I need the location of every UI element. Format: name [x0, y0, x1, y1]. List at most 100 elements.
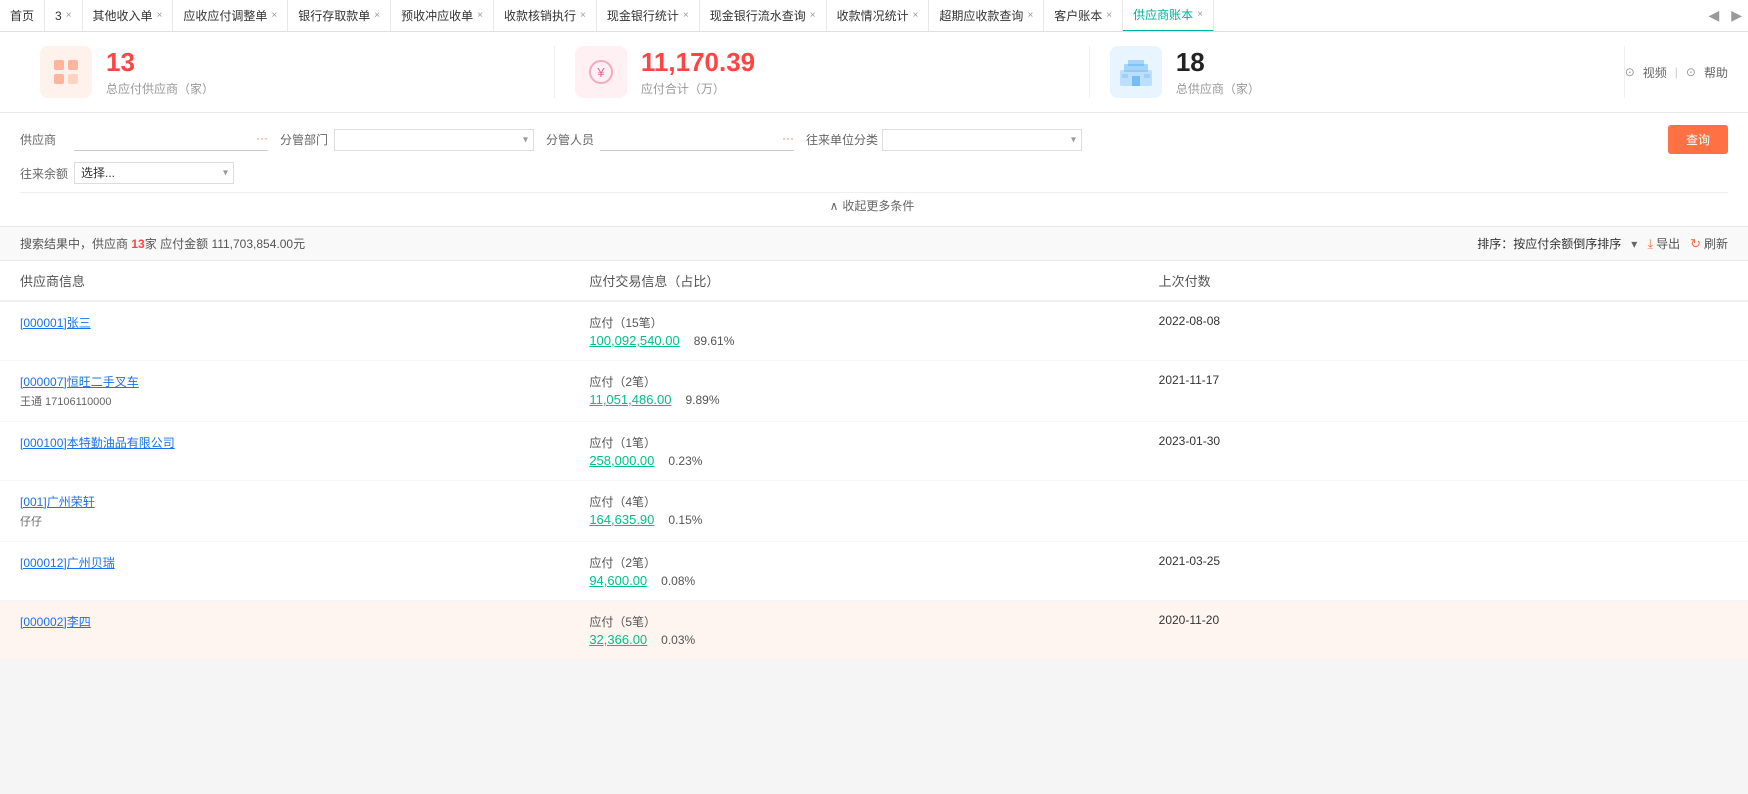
nav-tab-pre-collect[interactable]: 预收冲应收单 × [391, 0, 494, 32]
nav-tab-supplier-ledger[interactable]: 供应商账本 × [1123, 0, 1214, 32]
export-button[interactable]: ⤓ 导出 [1647, 235, 1680, 252]
collapse-label: 收起更多条件 [842, 197, 914, 214]
supplier-link[interactable]: [000100]本特勤油品有限公司 [20, 434, 589, 451]
tx-info-cell: 应付（4笔） 164,635.90 0.15% [589, 493, 1158, 527]
tx-info-cell: 应付（2笔） 94,600.00 0.08% [589, 554, 1158, 588]
tx-label: 应付（4笔） [589, 493, 1158, 510]
video-link[interactable]: 视频 [1643, 64, 1667, 81]
refresh-button[interactable]: ↻ 刷新 [1690, 235, 1728, 252]
tx-amount[interactable]: 32,366.00 [589, 632, 647, 647]
nav-tab-other-income[interactable]: 其他收入单 × [83, 0, 174, 32]
tx-info-cell: 应付（15笔） 100,092,540.00 89.61% [589, 314, 1158, 348]
nav-next-arrow[interactable]: ▶ [1725, 7, 1748, 24]
tx-amount[interactable]: 11,051,486.00 [589, 392, 671, 407]
balance-select[interactable]: 选择... [74, 162, 234, 184]
dept-select-wrapper [334, 129, 534, 151]
tx-label: 应付（15笔） [589, 314, 1158, 331]
nav-prev-arrow[interactable]: ◀ [1702, 7, 1725, 24]
person-input[interactable] [600, 128, 780, 148]
supplier-link[interactable]: [000012]广州贝瑞 [20, 554, 589, 571]
tx-amount[interactable]: 100,092,540.00 [589, 333, 679, 348]
supplier-dots-icon[interactable]: ··· [256, 131, 268, 145]
close-icon[interactable]: × [374, 10, 380, 21]
tx-percent: 0.08% [661, 574, 695, 588]
nav-tab-cash-bank-flow[interactable]: 现金银行流水查询 × [700, 0, 827, 32]
nav-tab-receipt-stat[interactable]: 收款情况统计 × [827, 0, 930, 32]
tx-percent: 89.61% [694, 334, 735, 348]
close-icon[interactable]: × [66, 10, 72, 21]
dept-select[interactable] [334, 129, 534, 151]
top-navigation: 首页 3 × 其他收入单 × 应收应付调整单 × 银行存取款单 × 预收冲应收单… [0, 0, 1748, 32]
close-icon[interactable]: × [580, 10, 586, 21]
summary-bar: 13 总应付供应商（家） ¥ 11,170.39 应付合计（万） [0, 32, 1748, 113]
filter-row-2: 往来余额 选择... [20, 162, 1728, 184]
col-header-tx: 应付交易信息（占比） [589, 271, 1158, 290]
supplier-info-cell: [000100]本特勤油品有限公司 [20, 434, 589, 451]
supplier-link[interactable]: [000001]张三 [20, 314, 589, 331]
nav-tab-customer-ledger[interactable]: 客户账本 × [1044, 0, 1123, 32]
supplier-link[interactable]: [000002]李四 [20, 613, 589, 630]
last-pay-date: 2020-11-20 [1159, 613, 1220, 627]
filter-balance: 往来余额 选择... [20, 162, 234, 184]
payable-suppliers-num: 13 [106, 47, 214, 78]
payable-total-info: 11,170.39 应付合计（万） [641, 47, 755, 97]
nav-tab-cash-bank-stat[interactable]: 现金银行统计 × [597, 0, 700, 32]
result-amount: 111,703,854.00 [211, 237, 293, 251]
supplier-link[interactable]: [000007]恒旺二手叉车 [20, 373, 589, 390]
nav-tab-home[interactable]: 首页 [0, 0, 45, 32]
table-row: [000100]本特勤油品有限公司 应付（1笔） 258,000.00 0.23… [0, 422, 1748, 481]
person-dots-icon[interactable]: ··· [782, 131, 794, 145]
tx-info-cell: 应付（1笔） 258,000.00 0.23% [589, 434, 1158, 468]
tx-percent: 0.23% [668, 454, 702, 468]
tx-label: 应付（2笔） [589, 373, 1158, 390]
table-row: [001]广州荣轩 仔仔 应付（4笔） 164,635.90 0.15% [0, 481, 1748, 542]
chevron-up-icon: ∧ [830, 199, 839, 213]
supplier-link[interactable]: [001]广州荣轩 [20, 493, 589, 510]
query-button[interactable]: 查询 [1668, 125, 1728, 154]
supplier-label: 供应商 [20, 131, 70, 148]
result-text2: 家 [145, 235, 157, 252]
collapse-button[interactable]: ∧ 收起更多条件 [20, 192, 1728, 218]
last-pay-cell: 2021-03-25 [1159, 554, 1728, 568]
tx-amount[interactable]: 258,000.00 [589, 453, 654, 468]
tx-amount[interactable]: 94,600.00 [589, 573, 647, 588]
sort-label[interactable]: 排序：按应付余额倒序排序 [1477, 235, 1621, 252]
tx-row: 11,051,486.00 9.89% [589, 390, 1158, 407]
tx-percent: 0.03% [661, 633, 695, 647]
nav-tab-3[interactable]: 3 × [45, 0, 83, 32]
tx-label: 应付（2笔） [589, 554, 1158, 571]
category-select[interactable] [882, 129, 1082, 151]
close-icon[interactable]: × [1197, 9, 1203, 20]
filter-area: 供应商 ··· 分管部门 分管人员 ··· 往来单位分类 [0, 113, 1748, 227]
total-suppliers-info: 18 总供应商（家） [1176, 47, 1260, 97]
tx-percent: 0.15% [668, 513, 702, 527]
close-icon[interactable]: × [1106, 10, 1112, 21]
close-icon[interactable]: × [683, 10, 689, 21]
tx-amount[interactable]: 164,635.90 [589, 512, 654, 527]
close-icon[interactable]: × [1027, 10, 1033, 21]
dept-label: 分管部门 [280, 131, 330, 148]
supplier-info-cell: [001]广州荣轩 仔仔 [20, 493, 589, 529]
supplier-input[interactable] [74, 128, 254, 148]
supplier-input-wrap: ··· [74, 128, 268, 151]
close-icon[interactable]: × [477, 10, 483, 21]
tx-row: 32,366.00 0.03% [589, 630, 1158, 647]
balance-select-wrapper: 选择... [74, 162, 234, 184]
total-suppliers-icon [1110, 46, 1162, 98]
supplier-sub: 王通 17106110000 [20, 393, 589, 409]
close-icon[interactable]: × [810, 10, 816, 21]
supplier-info-cell: [000001]张三 [20, 314, 589, 331]
help-link[interactable]: 帮助 [1704, 64, 1728, 81]
close-icon[interactable]: × [271, 10, 277, 21]
tx-label: 应付（5笔） [589, 613, 1158, 630]
category-select-wrapper [882, 129, 1082, 151]
close-icon[interactable]: × [913, 10, 919, 21]
nav-tab-ar-ap-adjust[interactable]: 应收应付调整单 × [173, 0, 288, 32]
nav-tab-bank-deposit[interactable]: 银行存取款单 × [288, 0, 391, 32]
circle-icon: ⊙ [1625, 65, 1635, 79]
close-icon[interactable]: × [157, 10, 163, 21]
nav-tab-receipt-verify[interactable]: 收款核销执行 × [494, 0, 597, 32]
nav-tab-overdue-ar[interactable]: 超期应收款查询 × [929, 0, 1044, 32]
payable-total-num: 11,170.39 [641, 47, 755, 78]
nav-arrows: ◀ ▶ [1702, 7, 1748, 24]
